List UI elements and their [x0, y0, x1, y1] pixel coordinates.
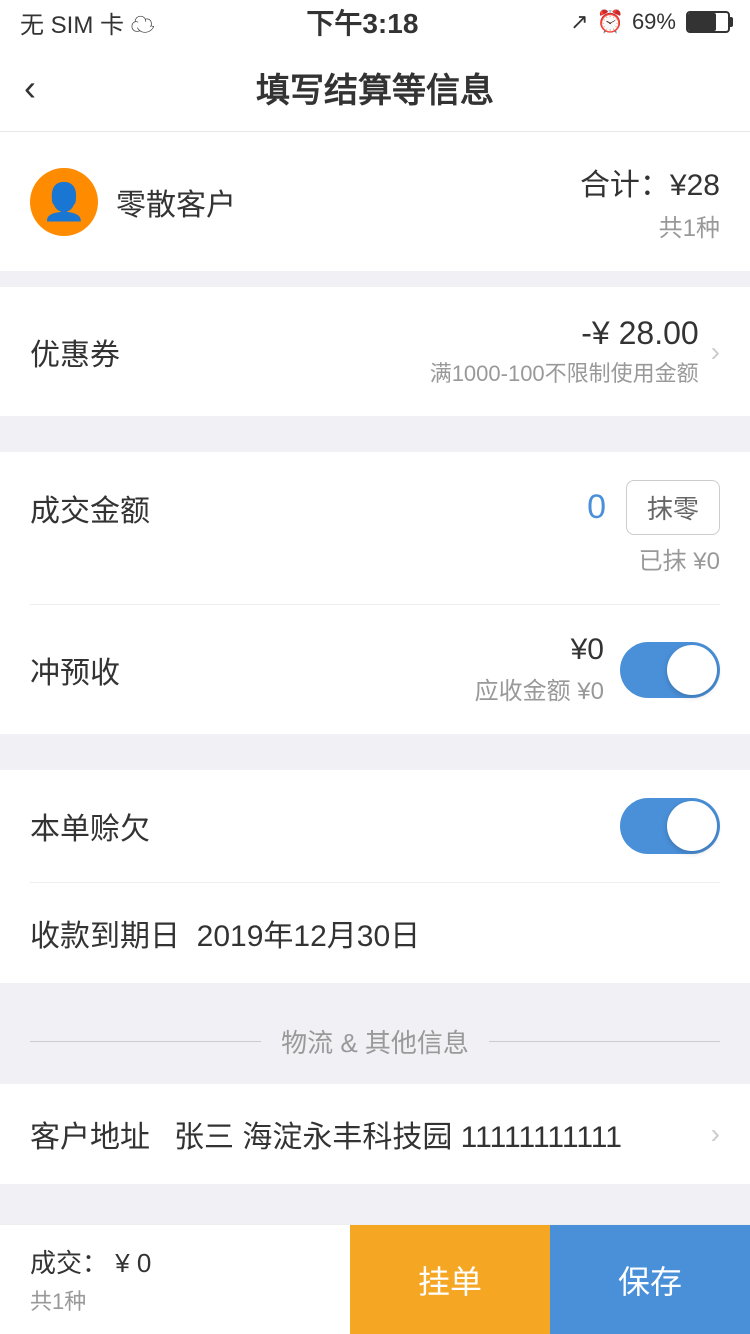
battery-percent: 69%: [632, 9, 676, 35]
hang-button[interactable]: 挂单: [350, 1225, 550, 1334]
bottom-bar: 成交： ¥ 0 共1种 挂单 保存: [0, 1224, 750, 1334]
customer-summary: 合计：¥28 共1种: [580, 160, 720, 243]
section-separator-2: [0, 750, 750, 770]
customer-card: 👤 零散客户 合计：¥28 共1种: [0, 132, 750, 271]
address-row[interactable]: 客户地址 张三 海淀永丰科技园 11111111111 ›: [0, 1084, 750, 1184]
coupon-right: -¥ 28.00 满1000-100不限制使用金额 ›: [430, 315, 720, 388]
transaction-section: 成交金额 0 抹零 已抹 ¥0: [0, 452, 750, 604]
logistics-line-right: [489, 1041, 720, 1042]
status-right: ↗ ⏰ 69%: [570, 9, 730, 35]
bottom-deal-value: ¥ 0: [115, 1248, 151, 1278]
save-button[interactable]: 保存: [550, 1225, 750, 1334]
transaction-card: 成交金额 0 抹零 已抹 ¥0 冲预收 ¥0 应收金额 ¥0: [0, 452, 750, 734]
debt-toggle-knob: [667, 801, 717, 851]
logistics-line-left: [30, 1041, 261, 1042]
debt-label: 本单赊欠: [30, 804, 150, 848]
prepayment-value-wrap: ¥0 应收金额 ¥0: [475, 633, 604, 706]
bottom-deal: 成交： ¥ 0: [30, 1243, 320, 1280]
content: 👤 零散客户 合计：¥28 共1种 优惠券 -¥ 28.00 满1000-100…: [0, 132, 750, 1320]
prepayment-label: 冲预收: [30, 648, 120, 692]
person-icon: 👤: [42, 181, 87, 223]
status-bar: 无 SIM 卡 ☁ 下午3:18 ↗ ⏰ 69%: [0, 0, 750, 44]
page-title: 填写结算等信息: [256, 63, 494, 112]
debt-toggle[interactable]: [620, 798, 720, 854]
coupon-card: 优惠券 -¥ 28.00 满1000-100不限制使用金额 ›: [0, 287, 750, 416]
discount-desc: 满1000-100不限制使用金额: [430, 356, 699, 388]
status-left: 无 SIM 卡 ☁: [20, 5, 155, 40]
transaction-top: 成交金额 0 抹零: [30, 480, 720, 535]
address-card: 客户地址 张三 海淀永丰科技园 11111111111 ›: [0, 1084, 750, 1184]
due-date-label: 收款到期日 2019年12月30日: [30, 920, 420, 953]
back-button[interactable]: ‹: [24, 67, 36, 109]
toggle-knob: [667, 645, 717, 695]
prepayment-toggle[interactable]: [620, 642, 720, 698]
customer-row: 👤 零散客户 合计：¥28 共1种: [0, 132, 750, 271]
transaction-sub: 已抹 ¥0: [30, 541, 720, 576]
bottom-deal-label: 成交：: [30, 1248, 108, 1278]
chevron-right-icon: ›: [711, 336, 720, 368]
battery-icon: [686, 11, 730, 33]
logistics-separator: 物流 & 其他信息: [0, 999, 750, 1084]
address-label: 客户地址: [30, 1112, 150, 1156]
transaction-value[interactable]: 0: [587, 488, 606, 527]
prepayment-amount: ¥0: [475, 633, 604, 667]
prepayment-top: 冲预收 ¥0 应收金额 ¥0: [30, 633, 720, 706]
round-button[interactable]: 抹零: [626, 480, 720, 535]
prepayment-right: ¥0 应收金额 ¥0: [475, 633, 720, 706]
customer-name: 零散客户: [116, 180, 236, 224]
due-date-section: 收款到期日 2019年12月30日: [0, 883, 750, 983]
coupon-label: 优惠券: [30, 330, 120, 374]
coupon-value: -¥ 28.00 满1000-100不限制使用金额: [430, 315, 699, 388]
location-icon: ↗: [570, 9, 588, 35]
total-count: 共1种: [580, 208, 720, 243]
prepayment-sub: 应收金额 ¥0: [475, 671, 604, 706]
nav-bar: ‹ 填写结算等信息: [0, 44, 750, 132]
status-time: 下午3:18: [306, 2, 418, 42]
due-date-value[interactable]: 2019年12月30日: [197, 920, 420, 953]
discount-amount: -¥ 28.00: [430, 315, 699, 352]
section-separator-1: [0, 432, 750, 452]
bottom-info: 成交： ¥ 0 共1种: [0, 1225, 350, 1334]
customer-left: 👤 零散客户: [30, 168, 236, 236]
sim-text: 无 SIM 卡 ☁: [20, 5, 155, 40]
address-value: 张三 海淀永丰科技园 11111111111: [174, 1112, 711, 1156]
transaction-label: 成交金额: [30, 486, 150, 530]
total-amount: 合计：¥28: [580, 160, 720, 204]
logistics-label: 物流 & 其他信息: [261, 1023, 489, 1060]
prepayment-section: 冲预收 ¥0 应收金额 ¥0: [0, 605, 750, 734]
coupon-row[interactable]: 优惠券 -¥ 28.00 满1000-100不限制使用金额 ›: [0, 287, 750, 416]
customer-avatar: 👤: [30, 168, 98, 236]
transaction-right: 0 抹零: [587, 480, 720, 535]
debt-card: 本单赊欠 收款到期日 2019年12月30日: [0, 770, 750, 983]
alarm-icon: ⏰: [597, 9, 624, 35]
bottom-count: 共1种: [30, 1284, 320, 1316]
address-chevron-icon: ›: [711, 1118, 720, 1150]
debt-section: 本单赊欠: [0, 770, 750, 882]
